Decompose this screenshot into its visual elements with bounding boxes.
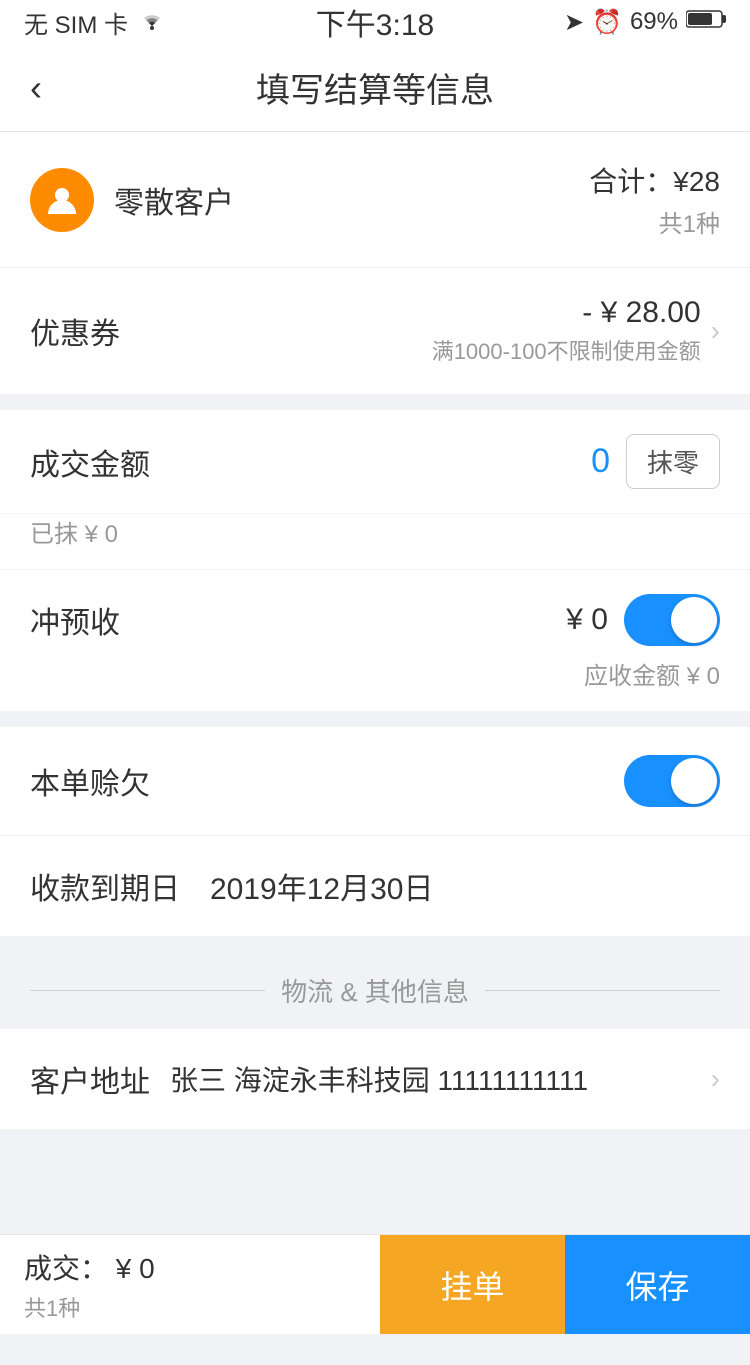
customer-name: 零散客户	[114, 178, 234, 222]
coupon-desc: 满1000-100不限制使用金额	[432, 334, 701, 366]
coupon-label: 优惠券	[30, 309, 120, 353]
prepay-row: 冲预收 ¥ 0	[0, 570, 750, 656]
logistics-divider: 物流 & 其他信息	[0, 952, 750, 1029]
hang-button[interactable]: 挂单	[380, 1235, 565, 1334]
deal-row: 成交金额 0 抹零	[0, 410, 750, 514]
bottom-bar: 成交： ¥ 0 共1种 挂单 保存	[0, 1234, 750, 1334]
deal-section: 成交金额 0 抹零 已抹 ¥ 0 冲预收 ¥ 0 应收金额 ¥ 0	[0, 410, 750, 711]
toggle-knob	[671, 597, 717, 643]
debt-row: 本单赊欠	[0, 727, 750, 835]
wifi-icon	[138, 8, 166, 37]
divider-line-right	[485, 990, 720, 991]
coupon-right: - ¥ 28.00 满1000-100不限制使用金额 ›	[432, 296, 720, 366]
nav-bar: ‹ 填写结算等信息	[0, 44, 750, 132]
address-value: 张三 海淀永丰科技园 11111111111	[170, 1059, 711, 1099]
debt-section: 本单赊欠 收款到期日 2019年12月30日	[0, 727, 750, 936]
save-button[interactable]: 保存	[565, 1235, 750, 1334]
address-label: 客户地址	[30, 1057, 150, 1101]
battery-icon	[686, 8, 726, 36]
customer-right: 合计：¥28 共1种	[589, 160, 720, 239]
deal-label: 成交金额	[30, 440, 150, 484]
due-date: 2019年12月30日	[210, 864, 433, 908]
logistics-section: 物流 & 其他信息	[0, 952, 750, 1029]
prepay-right: ¥ 0	[566, 594, 720, 646]
nav-title: 填写结算等信息	[256, 63, 494, 112]
debt-label: 本单赊欠	[30, 759, 150, 803]
address-chevron-icon: ›	[711, 1063, 720, 1095]
customer-row: 零散客户 合计：¥28 共1种	[0, 132, 750, 267]
deal-sub: 已抹 ¥ 0	[0, 514, 750, 569]
debt-toggle[interactable]	[624, 755, 720, 807]
prepay-amount-value: ¥ 0	[566, 603, 608, 637]
coupon-chevron-icon: ›	[711, 315, 720, 347]
coupon-value: - ¥ 28.00 满1000-100不限制使用金额	[432, 296, 701, 366]
prepay-toggle[interactable]	[624, 594, 720, 646]
total-amount: 合计：¥28	[589, 160, 720, 200]
location-icon: ➤	[564, 8, 584, 37]
address-section: 客户地址 张三 海淀永丰科技园 11111111111 ›	[0, 1029, 750, 1129]
logistics-label: 物流 & 其他信息	[281, 972, 469, 1009]
prepay-label: 冲预收	[30, 598, 120, 642]
prepay-amount: ¥ 0	[566, 603, 608, 637]
bottom-summary: 成交： ¥ 0 共1种	[0, 1235, 380, 1334]
coupon-row[interactable]: 优惠券 - ¥ 28.00 满1000-100不限制使用金额 ›	[0, 267, 750, 394]
back-button[interactable]: ‹	[30, 67, 42, 109]
due-label: 收款到期日	[30, 864, 180, 908]
status-right: ➤ ⏰ 69%	[564, 8, 726, 37]
address-row[interactable]: 客户地址 张三 海淀永丰科技园 11111111111 ›	[0, 1029, 750, 1129]
divider-line-left	[30, 990, 265, 991]
bottom-count-label: 共1种	[24, 1291, 356, 1323]
alarm-icon: ⏰	[592, 8, 622, 37]
round-zero-button[interactable]: 抹零	[626, 434, 720, 489]
no-sim-text: 无 SIM 卡	[24, 5, 128, 40]
prepay-sub: 应收金额 ¥ 0	[0, 656, 750, 711]
battery-text: 69%	[630, 8, 678, 36]
debt-toggle-knob	[671, 758, 717, 804]
status-time: 下午3:18	[316, 0, 434, 44]
customer-section: 零散客户 合计：¥28 共1种 优惠券 - ¥ 28.00 满1000-100不…	[0, 132, 750, 394]
total-count: 共1种	[589, 204, 720, 239]
coupon-amount: - ¥ 28.00	[432, 296, 701, 330]
status-bar: 无 SIM 卡 下午3:18 ➤ ⏰ 69%	[0, 0, 750, 44]
prepay-section: 冲预收 ¥ 0 应收金额 ¥ 0	[0, 569, 750, 711]
deal-amount: 0	[591, 442, 610, 481]
customer-left: 零散客户	[30, 168, 234, 232]
due-row: 收款到期日 2019年12月30日	[0, 835, 750, 936]
status-left: 无 SIM 卡	[24, 5, 166, 40]
avatar	[30, 168, 94, 232]
deal-right: 0 抹零	[591, 434, 720, 489]
bottom-deal-label: 成交： ¥ 0	[24, 1247, 356, 1287]
